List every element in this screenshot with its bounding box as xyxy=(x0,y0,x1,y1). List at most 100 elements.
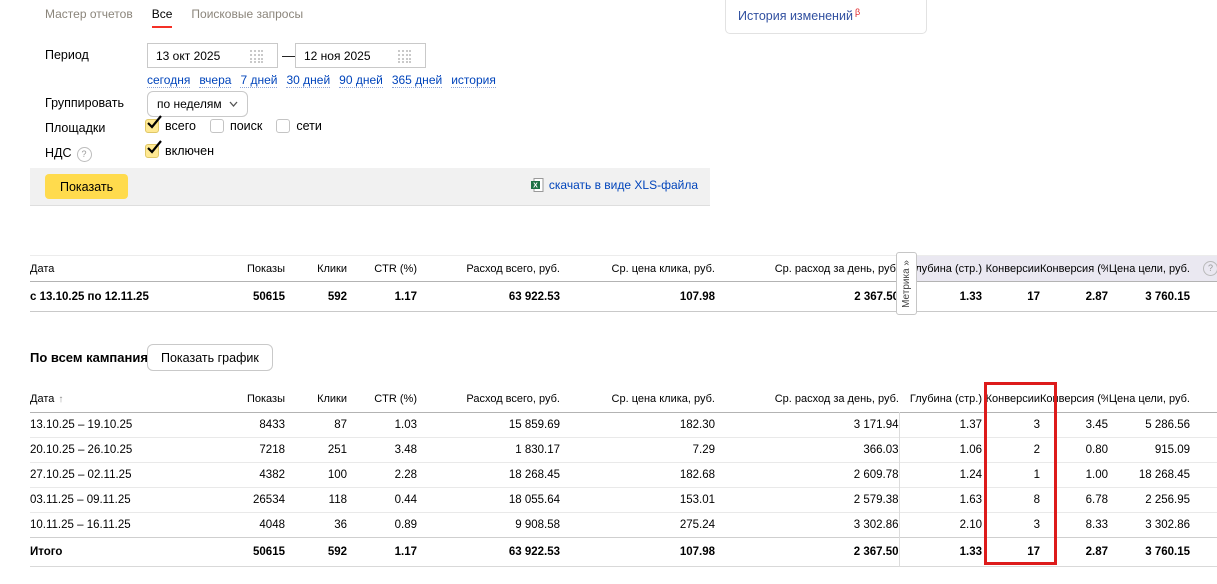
platforms-options: всего поиск сети xyxy=(145,115,322,133)
cell-filler xyxy=(1190,437,1217,462)
cell-clicks: 592 xyxy=(327,290,347,303)
quick-link-30days[interactable]: 30 дней xyxy=(286,73,331,88)
col-avg-cpc[interactable]: Ср. цена клика, руб. xyxy=(560,386,715,412)
quick-link-7days[interactable]: 7 дней xyxy=(240,73,278,88)
col-impressions[interactable]: Показы xyxy=(205,386,285,412)
col-goal-cost: Цена цели, руб. xyxy=(1108,255,1190,282)
col-total-cost: Расход всего, руб. xyxy=(466,262,560,275)
cell: 3 302.86 xyxy=(1145,518,1190,531)
period-label: Период xyxy=(45,48,89,62)
cell: 2.87 xyxy=(1085,545,1108,558)
quick-link-history[interactable]: история xyxy=(451,73,496,88)
cell: 8433 xyxy=(259,418,285,431)
cell: 9 908.58 xyxy=(515,518,560,531)
col-date-label: Дата xyxy=(30,392,55,405)
campaigns-header-row: Дата ↑ Показы Клики CTR (%) Расход всего,… xyxy=(30,386,1217,412)
report-tabs: Мастер отчетов Все Поисковые запросы xyxy=(45,7,303,28)
cell: 118 xyxy=(328,493,347,506)
cell: 915.09 xyxy=(1154,443,1190,456)
show-chart-button[interactable]: Показать график xyxy=(147,344,273,371)
tab-all[interactable]: Все xyxy=(151,7,173,28)
metrika-vertical-tab[interactable]: Метрика » xyxy=(896,252,917,315)
cell: 8.33 xyxy=(1085,518,1108,531)
checkbox-search[interactable] xyxy=(209,119,224,133)
cell-filler xyxy=(1190,487,1217,512)
col-avg-daily-cost[interactable]: Ср. расход за день, руб. xyxy=(715,386,899,412)
metrica-help-icon[interactable]: ? xyxy=(1203,261,1217,276)
cell: 2 579.38 xyxy=(853,493,899,506)
cell-filler xyxy=(1190,512,1217,537)
cell-conversions: 2 xyxy=(1033,443,1040,456)
cell-avg-daily-cost: 2 367.50 xyxy=(854,290,899,303)
cell: 0.80 xyxy=(1085,443,1108,456)
cell: 592 xyxy=(327,545,347,558)
checkbox-vat[interactable] xyxy=(145,140,162,158)
col-ctr[interactable]: CTR (%) xyxy=(347,386,417,412)
cell-goal-cost: 3 760.15 xyxy=(1145,290,1190,303)
cell: 3 171.94 xyxy=(853,418,899,431)
cell: 2 256.95 xyxy=(1145,493,1190,506)
quick-link-90days[interactable]: 90 дней xyxy=(339,73,383,88)
vat-label: НДС? xyxy=(45,146,92,162)
group-by-select[interactable]: по неделям xyxy=(147,91,248,117)
cell-conversions: 17 xyxy=(1027,290,1040,303)
checkbox-total[interactable] xyxy=(145,115,162,133)
period-quick-links: сегодня вчера 7 дней 30 дней 90 дней 365… xyxy=(147,73,496,88)
date-to-input[interactable] xyxy=(295,43,426,68)
cell: 6.78 xyxy=(1085,493,1108,506)
col-clicks[interactable]: Клики xyxy=(285,386,347,412)
cell: 18 268.45 xyxy=(1138,468,1190,481)
vat-help-icon[interactable]: ? xyxy=(76,147,92,162)
date-from-input[interactable] xyxy=(147,43,278,68)
vat-label-text: НДС xyxy=(45,146,72,160)
col-conversions[interactable]: Конверсии xyxy=(982,386,1040,412)
summary-header-row: Дата Показы Клики CTR (%) Расход всего, … xyxy=(30,255,1217,282)
col-avg-daily-cost: Ср. расход за день, руб. xyxy=(774,262,899,275)
checkbox-search-label: поиск xyxy=(229,119,263,133)
check-icon xyxy=(147,115,162,129)
history-panel: История изменений β xyxy=(725,0,927,34)
col-total-cost[interactable]: Расход всего, руб. xyxy=(417,386,560,412)
download-xls-link[interactable]: X скачать в виде XLS-файла xyxy=(530,178,698,192)
cell-conversions: 17 xyxy=(1027,545,1040,558)
cell: 2.10 xyxy=(898,512,982,537)
tab-search-queries[interactable]: Поисковые запросы xyxy=(191,7,303,28)
cell-period: 13.10.25 – 19.10.25 xyxy=(30,418,133,431)
cell-filler xyxy=(1190,282,1217,312)
cell-conversions: 1 xyxy=(1033,468,1040,481)
checkbox-networks[interactable] xyxy=(276,119,291,133)
actions-bar: Показать X скачать в виде XLS-файла xyxy=(30,168,710,206)
table-row: 10.11.25 – 16.11.25 4048 36 0.89 9 908.5… xyxy=(30,512,1217,537)
cell: 2 367.50 xyxy=(853,545,899,558)
history-link[interactable]: История изменений β xyxy=(738,7,860,23)
cell: 7.29 xyxy=(692,443,715,456)
cell-total-cost: 63 922.53 xyxy=(508,290,560,303)
campaigns-title: По всем кампаниям xyxy=(30,350,158,365)
table-row: 20.10.25 – 26.10.25 7218 251 3.48 1 830.… xyxy=(30,437,1217,462)
quick-link-yesterday[interactable]: вчера xyxy=(199,73,232,88)
col-conversion-rate[interactable]: Конверсия (%) xyxy=(1040,386,1108,412)
col-date-sortable[interactable]: Дата ↑ xyxy=(30,386,205,412)
col-filler xyxy=(1190,386,1217,412)
show-button[interactable]: Показать xyxy=(45,174,129,199)
cell: 18 055.64 xyxy=(508,493,560,506)
quick-link-365days[interactable]: 365 дней xyxy=(391,73,443,88)
checkbox-total-label: всего xyxy=(165,119,196,133)
quick-link-today[interactable]: сегодня xyxy=(147,73,191,88)
tab-report-wizard[interactable]: Мастер отчетов xyxy=(45,7,133,28)
chevron-down-icon xyxy=(229,101,238,107)
cell-total-label: Итого xyxy=(30,545,63,558)
cell: 7218 xyxy=(259,443,285,456)
cell-impressions: 50615 xyxy=(253,290,285,303)
cell: 1.17 xyxy=(394,545,417,558)
col-avg-cpc: Ср. цена клика, руб. xyxy=(611,262,715,275)
cell: 251 xyxy=(327,443,347,456)
cell: 1.63 xyxy=(898,487,982,512)
cell: 182.30 xyxy=(679,418,715,431)
cell: 18 268.45 xyxy=(508,468,560,481)
col-conversion-rate: Конверсия (%) xyxy=(1040,255,1108,282)
col-goal-cost[interactable]: Цена цели, руб. xyxy=(1108,386,1190,412)
cell: 1.37 xyxy=(898,412,982,437)
col-depth[interactable]: Глубина (стр.) xyxy=(899,386,982,412)
col-impressions: Показы xyxy=(246,262,285,275)
